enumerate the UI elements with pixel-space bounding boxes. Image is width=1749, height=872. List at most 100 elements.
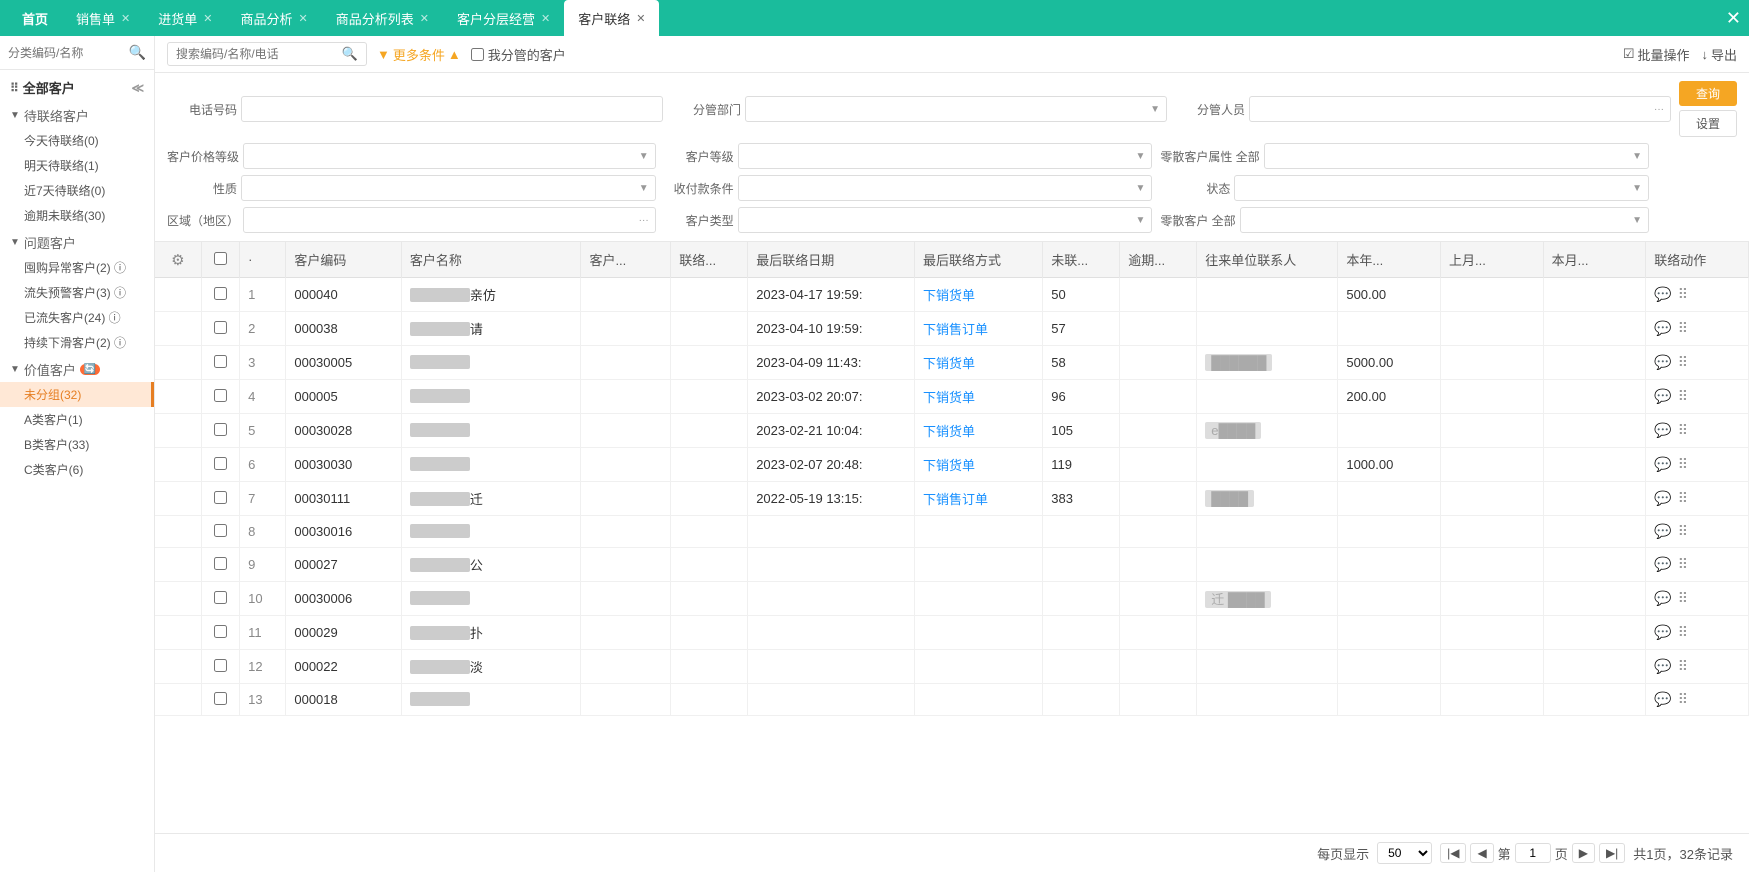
grid-action-icon[interactable]: ⠿ [1678, 658, 1688, 675]
filter-retail-customer-select[interactable]: ▼ [1240, 207, 1649, 233]
sidebar-search-icon[interactable]: 🔍 [129, 44, 146, 61]
grid-action-icon[interactable]: ⠿ [1678, 286, 1688, 303]
th-this-year[interactable]: 本年... [1338, 242, 1441, 278]
td-last-contact-way[interactable] [914, 516, 1042, 548]
grid-action-icon[interactable]: ⠿ [1678, 320, 1688, 337]
filter-person-select[interactable]: ··· [1249, 96, 1671, 122]
td-last-contact-way[interactable]: 下销货单 [914, 414, 1042, 448]
grid-action-icon[interactable]: ⠿ [1678, 456, 1688, 473]
chat-icon[interactable]: 💬 [1654, 354, 1671, 371]
th-checkbox[interactable] [201, 242, 239, 278]
td-checkbox[interactable] [201, 582, 239, 616]
tab-goods-analysis[interactable]: 商品分析 ✕ [226, 0, 321, 36]
filter-dept-select[interactable]: ▼ [745, 96, 1167, 122]
sidebar-group-pending[interactable]: ▼ 待联络客户 [0, 101, 154, 128]
grid-action-icon[interactable]: ⠿ [1678, 556, 1688, 573]
chat-icon[interactable]: 💬 [1654, 456, 1671, 473]
th-contacts-person[interactable]: 往来单位联系人 [1197, 242, 1338, 278]
row-checkbox[interactable] [214, 659, 227, 672]
sidebar-group-value[interactable]: ▼ 价值客户 🔄 [0, 355, 154, 382]
th-overdue[interactable]: 逾期... [1120, 242, 1197, 278]
grid-action-icon[interactable]: ⠿ [1678, 422, 1688, 439]
th-name[interactable]: 客户名称 [401, 242, 581, 278]
th-settings[interactable]: ⚙ [155, 242, 201, 278]
row-checkbox[interactable] [214, 591, 227, 604]
chat-icon[interactable]: 💬 [1654, 422, 1671, 439]
first-page-btn[interactable]: |◀ [1440, 843, 1466, 863]
page-size-select[interactable]: 50 100 [1377, 842, 1432, 864]
sidebar-item-class-c[interactable]: C类客户(6) [0, 457, 154, 482]
td-checkbox[interactable] [201, 482, 239, 516]
gear-icon[interactable]: ⚙ [171, 252, 184, 269]
sidebar-item-churned[interactable]: 已流失客户(24) ⓘ [0, 305, 154, 330]
row-checkbox[interactable] [214, 524, 227, 537]
grid-action-icon[interactable]: ⠿ [1678, 691, 1688, 708]
tab-customer-segment[interactable]: 客户分层经营 ✕ [443, 0, 564, 36]
tab-customer-contact-close[interactable]: ✕ [636, 12, 645, 25]
reset-button[interactable]: 设置 [1679, 110, 1737, 137]
tab-goods-analysis-close[interactable]: ✕ [299, 12, 308, 25]
grid-action-icon[interactable]: ⠿ [1678, 490, 1688, 507]
tab-customer-segment-close[interactable]: ✕ [541, 12, 550, 25]
chat-icon[interactable]: 💬 [1654, 490, 1671, 507]
td-checkbox[interactable] [201, 616, 239, 650]
td-checkbox[interactable] [201, 312, 239, 346]
filter-status-select[interactable]: ▼ [1234, 175, 1649, 201]
row-checkbox[interactable] [214, 321, 227, 334]
chat-icon[interactable]: 💬 [1654, 624, 1671, 641]
grid-action-icon[interactable]: ⠿ [1678, 388, 1688, 405]
sidebar-item-declining[interactable]: 持续下滑客户(2) ⓘ [0, 330, 154, 355]
page-number-input[interactable] [1515, 843, 1551, 863]
sidebar-item-unclassified[interactable]: 未分组(32) [0, 382, 154, 407]
row-checkbox[interactable] [214, 389, 227, 402]
more-conditions-btn[interactable]: ▼ 更多条件 ▲ [377, 45, 461, 64]
td-checkbox[interactable] [201, 448, 239, 482]
main-search-icon[interactable]: 🔍 [342, 46, 358, 62]
filter-customer-type-select[interactable]: ▼ [738, 207, 1153, 233]
td-checkbox[interactable] [201, 516, 239, 548]
chat-icon[interactable]: 💬 [1654, 691, 1671, 708]
next-page-btn[interactable]: ▶ [1572, 843, 1595, 863]
th-last-contact-date[interactable]: 最后联络日期 [748, 242, 915, 278]
row-checkbox[interactable] [214, 557, 227, 570]
filter-region-select[interactable]: ··· [243, 207, 656, 233]
chat-icon[interactable]: 💬 [1654, 320, 1671, 337]
chat-icon[interactable]: 💬 [1654, 658, 1671, 675]
query-button[interactable]: 查询 [1679, 81, 1737, 106]
tab-goods-list-close[interactable]: ✕ [420, 12, 429, 25]
tab-purchase[interactable]: 进货单 ✕ [144, 0, 226, 36]
td-last-contact-way[interactable]: 下销售订单 [914, 312, 1042, 346]
row-checkbox[interactable] [214, 491, 227, 504]
td-checkbox[interactable] [201, 548, 239, 582]
filter-nature-select[interactable]: ▼ [241, 175, 656, 201]
filter-price-level-select[interactable]: ▼ [243, 143, 656, 169]
td-last-contact-way[interactable]: 下销货单 [914, 380, 1042, 414]
tab-sales-close[interactable]: ✕ [121, 12, 130, 25]
td-last-contact-way[interactable] [914, 548, 1042, 582]
row-checkbox[interactable] [214, 692, 227, 705]
grid-action-icon[interactable]: ⠿ [1678, 354, 1688, 371]
grid-action-icon[interactable]: ⠿ [1678, 523, 1688, 540]
th-last-contact-way[interactable]: 最后联络方式 [914, 242, 1042, 278]
td-checkbox[interactable] [201, 684, 239, 716]
td-last-contact-way[interactable] [914, 684, 1042, 716]
sidebar-item-today[interactable]: 今天待联络(0) [0, 128, 154, 153]
grid-action-icon[interactable]: ⠿ [1678, 624, 1688, 641]
tab-home[interactable]: 首页 [8, 0, 62, 36]
filter-phone-input[interactable] [241, 96, 663, 122]
filter-customer-level-select[interactable]: ▼ [738, 143, 1153, 169]
chat-icon[interactable]: 💬 [1654, 590, 1671, 607]
td-last-contact-way[interactable] [914, 582, 1042, 616]
filter-retail-attr-select[interactable]: ▼ [1264, 143, 1649, 169]
td-last-contact-way[interactable] [914, 650, 1042, 684]
sidebar-item-class-a[interactable]: A类客户(1) [0, 407, 154, 432]
td-last-contact-way[interactable]: 下销货单 [914, 278, 1042, 312]
row-checkbox[interactable] [214, 423, 227, 436]
tab-window-close[interactable]: ✕ [1726, 8, 1741, 29]
td-last-contact-way[interactable]: 下销售订单 [914, 482, 1042, 516]
row-checkbox[interactable] [214, 457, 227, 470]
sidebar-item-churn-warning[interactable]: 流失预警客户(3) ⓘ [0, 280, 154, 305]
td-checkbox[interactable] [201, 346, 239, 380]
tab-customer-contact[interactable]: 客户联络 ✕ [564, 0, 659, 36]
sidebar-item-7days[interactable]: 近7天待联络(0) [0, 178, 154, 203]
